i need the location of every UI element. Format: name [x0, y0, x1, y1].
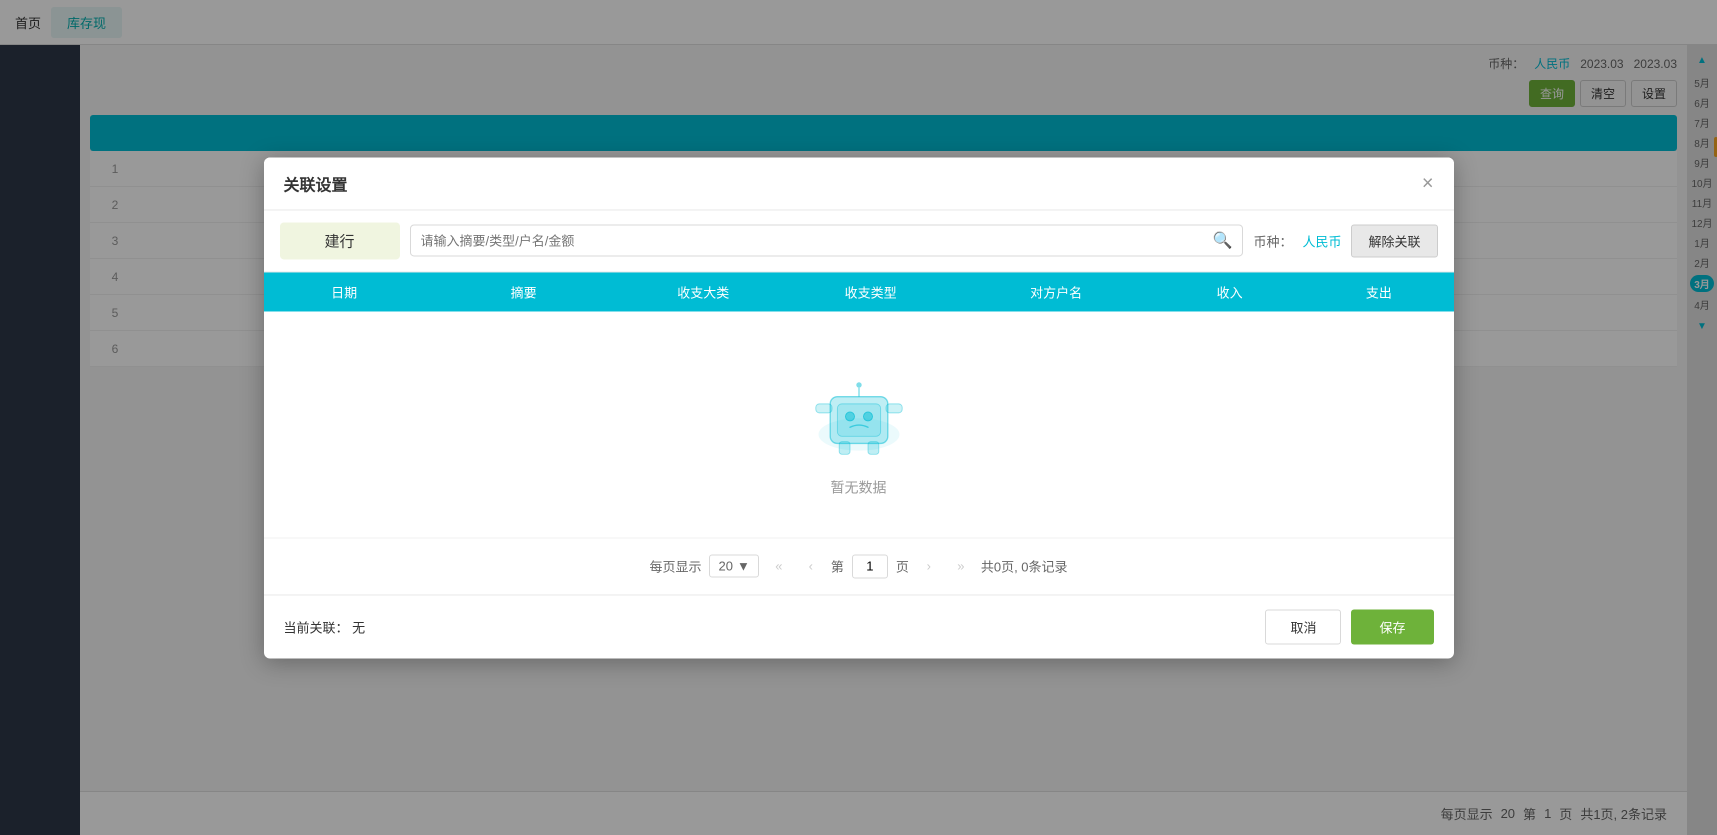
last-page-btn[interactable]: »	[949, 554, 973, 578]
page-input[interactable]	[852, 554, 888, 578]
th-type: 收支类型	[784, 272, 957, 311]
th-date: 日期	[264, 272, 425, 311]
per-page-select[interactable]: 20 ▼	[709, 554, 758, 577]
save-button[interactable]: 保存	[1351, 609, 1433, 644]
table-header: 日期 摘要 收支大类 收支类型 对方户名 收入 支出	[264, 272, 1454, 311]
modal-close-button[interactable]: ×	[1422, 173, 1434, 193]
th-summary: 摘要	[425, 272, 623, 311]
per-page-dropdown-icon: ▼	[737, 558, 750, 573]
per-page-label: 每页显示	[649, 556, 701, 575]
modal-dialog: 关联设置 × 建行 🔍 币种： 人民币 解除关联 日期 摘要 收支大类 收支类型…	[264, 157, 1454, 658]
footer-buttons: 取消 保存	[1265, 609, 1433, 644]
th-expense: 支出	[1304, 272, 1453, 311]
per-page-value: 20	[718, 558, 732, 573]
modal-footer: 当前关联： 无 取消 保存	[264, 594, 1454, 658]
unlink-button[interactable]: 解除关联	[1351, 224, 1437, 257]
empty-state: 暂无数据	[264, 311, 1454, 537]
current-link-value: 无	[352, 620, 365, 635]
page-label: 第	[831, 556, 844, 575]
pagination-total: 共0页, 0条记录	[981, 556, 1068, 575]
th-counterpart: 对方户名	[957, 272, 1155, 311]
bank-tab[interactable]: 建行	[280, 222, 400, 259]
first-page-btn[interactable]: «	[767, 554, 791, 578]
search-input-wrap: 🔍	[410, 224, 1244, 256]
empty-text: 暂无数据	[831, 477, 887, 497]
th-category: 收支大类	[623, 272, 784, 311]
current-link: 当前关联： 无	[284, 617, 366, 636]
modal-body: 建行 🔍 币种： 人民币 解除关联 日期 摘要 收支大类 收支类型 对方户名 收…	[264, 210, 1454, 594]
next-page-btn[interactable]: ›	[917, 554, 941, 578]
search-icon[interactable]: 🔍	[1213, 230, 1233, 250]
cancel-button[interactable]: 取消	[1265, 609, 1341, 644]
modal-title: 关联设置	[284, 171, 348, 195]
current-link-label: 当前关联：	[284, 620, 349, 635]
pagination-row: 每页显示 20 ▼ « ‹ 第 页 › » 共0页, 0条记录	[264, 537, 1454, 594]
search-row: 建行 🔍 币种： 人民币 解除关联	[264, 210, 1454, 272]
prev-page-btn[interactable]: ‹	[799, 554, 823, 578]
th-income: 收入	[1155, 272, 1304, 311]
currency-value: 人民币	[1302, 231, 1341, 250]
page-unit: 页	[896, 556, 909, 575]
modal-header: 关联设置 ×	[264, 157, 1454, 210]
search-input[interactable]	[421, 233, 1207, 248]
empty-robot-icon	[804, 371, 914, 461]
currency-label: 币种：	[1253, 231, 1292, 250]
